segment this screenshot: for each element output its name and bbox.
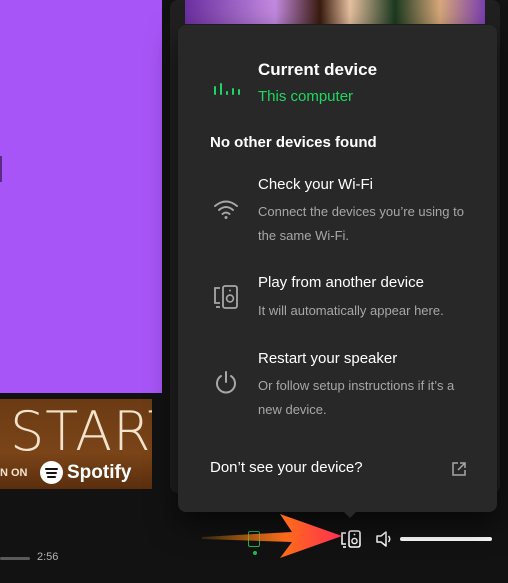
volume-slider[interactable]	[400, 537, 492, 541]
external-link-icon[interactable]	[451, 461, 467, 477]
no-devices-heading: No other devices found	[210, 134, 377, 151]
banner-on-label: N ON	[0, 467, 28, 479]
banner-spotify: Spotify	[40, 461, 131, 484]
dont-see-device-link[interactable]: Don’t see your device?	[210, 459, 363, 476]
popover-caret	[342, 510, 358, 518]
playlist-cover-panel	[0, 0, 162, 393]
album-art[interactable]	[185, 0, 485, 24]
devices-icon	[214, 285, 238, 309]
volume-icon[interactable]	[374, 529, 394, 549]
panel-divider	[162, 0, 170, 493]
wifi-icon	[214, 200, 238, 219]
tip-wifi-title: Check your Wi-Fi	[258, 176, 374, 193]
current-device-title: Current device	[258, 60, 378, 79]
banner-title: START	[10, 400, 152, 463]
connect-device-popover: Current device This computer No other de…	[178, 25, 497, 512]
power-icon	[216, 371, 236, 394]
current-device-name: This computer	[258, 88, 354, 105]
progress-bar[interactable]	[0, 557, 30, 560]
tip-another-device-description: It will automatically appear here.	[258, 303, 444, 318]
podcast-banner[interactable]: START N ON Spotify	[0, 399, 152, 489]
tip-restart-title: Restart your speaker	[258, 350, 398, 367]
tip-another-device-title: Play from another device	[258, 274, 424, 291]
tip-restart-description: Or follow setup instructions if it’s a n…	[258, 378, 455, 417]
banner-brand: Spotify	[67, 461, 132, 483]
tip-wifi-description: Connect the devices you’re using to the …	[258, 204, 464, 243]
spotify-logo-icon	[40, 461, 63, 484]
cover-mark	[0, 156, 2, 182]
elapsed-time: 2:56	[37, 551, 59, 563]
sound-bars-icon	[214, 83, 240, 95]
annotation-arrow-icon	[202, 514, 342, 558]
